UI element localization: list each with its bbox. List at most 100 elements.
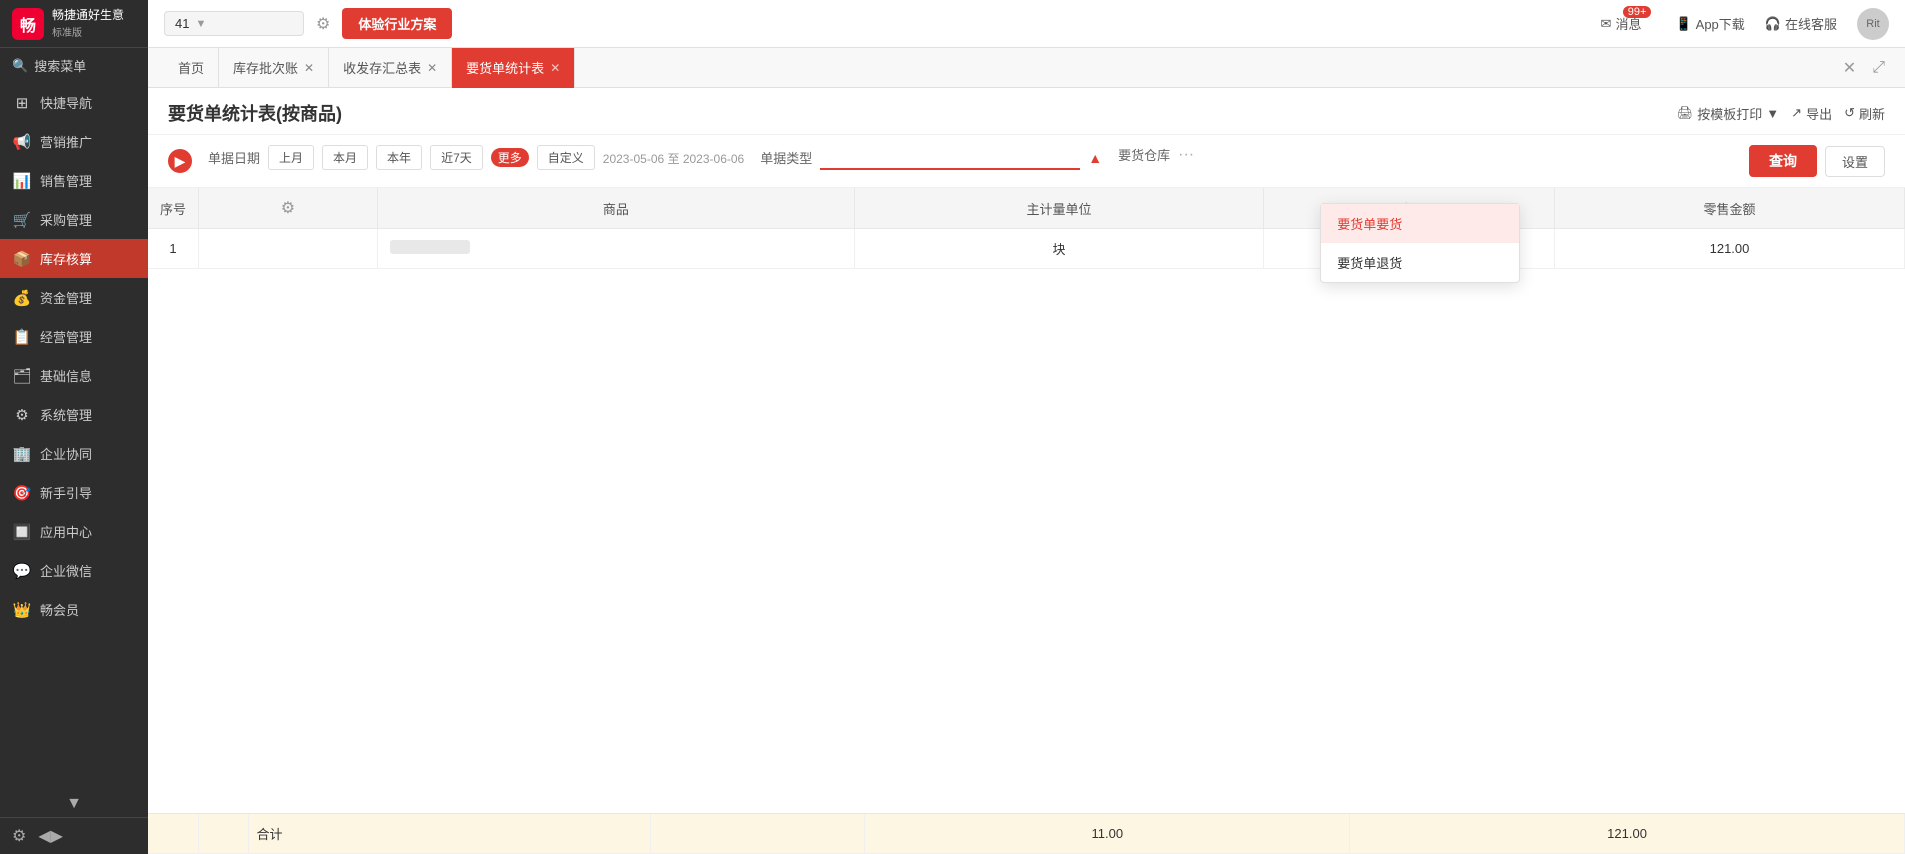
tab-receivable-summary[interactable]: 收发存汇总表 ✕ bbox=[329, 48, 452, 88]
sidebar-item-finance[interactable]: 💰 资金管理 bbox=[0, 278, 148, 317]
page-header: 要货单统计表(按商品) 🖨 按模板打印 ▼ ↗ 导出 ↺ 刷新 bbox=[148, 88, 1905, 135]
sidebar-item-guide[interactable]: 🎯 新手引导 bbox=[0, 473, 148, 512]
query-button[interactable]: 查询 bbox=[1749, 145, 1817, 177]
type-filter-group: 单据类型 ▲ 要货单要货 要货单退货 bbox=[760, 145, 1102, 170]
table-header-row: 序号 ⚙ 商品 主计量单位 主数量 零售金额 bbox=[148, 188, 1905, 229]
nav-icon-guide: 🎯 bbox=[12, 484, 32, 502]
page-content: 要货单统计表(按商品) 🖨 按模板打印 ▼ ↗ 导出 ↺ 刷新 ▶ bbox=[148, 88, 1905, 854]
sidebar-item-enterprise[interactable]: 🏢 企业协同 bbox=[0, 434, 148, 473]
type-filter-input[interactable] bbox=[820, 145, 1080, 170]
nav-icon-quick: ⊞ bbox=[12, 94, 32, 112]
tab-home[interactable]: 首页 bbox=[164, 48, 219, 88]
topbar-right: ✉ 消息 99+ 📱 App下载 🎧 在线客服 Rit bbox=[1601, 8, 1889, 40]
expand-btn[interactable]: ⤢ bbox=[1868, 57, 1889, 79]
refresh-btn[interactable]: ↺ 刷新 bbox=[1844, 104, 1885, 123]
messages-btn[interactable]: ✉ 消息 99+ bbox=[1601, 14, 1642, 33]
logo-icon: 畅 bbox=[12, 8, 44, 40]
dropdown-item-return[interactable]: 要货单退货 bbox=[1321, 243, 1519, 282]
tab-close-requisition-stats[interactable]: ✕ bbox=[550, 61, 560, 75]
col-gear-icon: ⚙ bbox=[281, 200, 295, 217]
phone-icon: 📱 bbox=[1675, 16, 1691, 32]
message-badge: 99+ bbox=[1623, 6, 1652, 18]
topbar-gear-icon[interactable]: ⚙ bbox=[316, 14, 330, 34]
store-selector[interactable]: 41 ▼ bbox=[164, 11, 304, 36]
online-service-btn[interactable]: 🎧 在线客服 bbox=[1765, 14, 1837, 33]
app-download-btn[interactable]: 📱 App下载 bbox=[1675, 14, 1744, 33]
tab-inventory-batch[interactable]: 库存批次账 ✕ bbox=[219, 48, 329, 88]
nav-icon-inventory: 📦 bbox=[12, 250, 32, 268]
print-icon: 🖨 bbox=[1677, 105, 1694, 121]
footer-row: 合计 11.00 121.00 bbox=[148, 814, 1905, 854]
date-custom-btn[interactable]: 自定义 bbox=[537, 145, 595, 170]
type-dropdown: 要货单要货 要货单退货 bbox=[1320, 203, 1520, 283]
sidebar-nav: ⊞ 快捷导航 📢 营销推广 📊 销售管理 🛒 采购管理 📦 库存核算 💰 资金管… bbox=[0, 83, 148, 791]
tab-close-inventory-batch[interactable]: ✕ bbox=[304, 61, 314, 75]
settings-icon[interactable]: ⚙ bbox=[12, 826, 26, 846]
search-icon: 🔍 bbox=[12, 58, 28, 74]
set-button[interactable]: 设置 bbox=[1825, 146, 1885, 177]
date-last-month-btn[interactable]: 上月 bbox=[268, 145, 314, 170]
dropdown-item-order[interactable]: 要货单要货 bbox=[1321, 204, 1519, 243]
export-btn[interactable]: ↗ 导出 bbox=[1791, 104, 1832, 123]
message-icon: ✉ bbox=[1601, 16, 1612, 32]
cell-unit: 块 bbox=[854, 229, 1263, 269]
sidebar-item-operations[interactable]: 📋 经营管理 bbox=[0, 317, 148, 356]
sidebar-item-sales[interactable]: 📊 销售管理 bbox=[0, 161, 148, 200]
footer-empty-1 bbox=[148, 814, 198, 854]
sidebar-item-purchase[interactable]: 🛒 采购管理 bbox=[0, 200, 148, 239]
page-title: 要货单统计表(按商品) bbox=[168, 100, 342, 126]
tab-bar: 首页 库存批次账 ✕ 收发存汇总表 ✕ 要货单统计表 ✕ ✕ ⤢ bbox=[148, 48, 1905, 88]
sidebar-item-app-center[interactable]: 🔲 应用中心 bbox=[0, 512, 148, 551]
search-menu[interactable]: 🔍 搜索菜单 bbox=[0, 48, 148, 83]
user-avatar[interactable]: Rit bbox=[1857, 8, 1889, 40]
nav-icon-finance: 💰 bbox=[12, 289, 32, 307]
sidebar-item-marketing[interactable]: 📢 营销推广 bbox=[0, 122, 148, 161]
nav-icon-marketing: 📢 bbox=[12, 133, 32, 151]
nav-icon-purchase: 🛒 bbox=[12, 211, 32, 229]
date-filter-group: 单据日期 上月 本月 本年 近7天 更多 自定义 2023-05-06 至 20… bbox=[208, 145, 744, 170]
sidebar: 畅 畅捷通好生意 标准版 🔍 搜索菜单 ⊞ 快捷导航 📢 营销推广 📊 销售管理… bbox=[0, 0, 148, 854]
nav-icon-basic-info: 🗂 bbox=[12, 367, 32, 385]
date-this-month-btn[interactable]: 本月 bbox=[322, 145, 368, 170]
col-gear[interactable]: ⚙ bbox=[199, 188, 378, 229]
footer-quantity: 11.00 bbox=[865, 814, 1350, 854]
trial-btn[interactable]: 体验行业方案 bbox=[342, 8, 452, 39]
warehouse-filter-group: 要货仓库 ··· bbox=[1118, 145, 1194, 164]
date-filter-label: 单据日期 bbox=[208, 148, 260, 167]
nav-icon-member: 👑 bbox=[12, 601, 32, 619]
footer-amount: 121.00 bbox=[1350, 814, 1905, 854]
print-template-btn[interactable]: 🖨 按模板打印 ▼ bbox=[1677, 104, 1779, 123]
sidebar-item-basic-info[interactable]: 🗂 基础信息 bbox=[0, 356, 148, 395]
sidebar-item-member[interactable]: 👑 畅会员 bbox=[0, 590, 148, 629]
col-amount: 零售金额 bbox=[1554, 188, 1904, 229]
cell-amount: 121.00 bbox=[1554, 229, 1904, 269]
date-more-badge[interactable]: 更多 bbox=[491, 148, 529, 167]
table-wrap: 序号 ⚙ 商品 主计量单位 主数量 零售金额 1 bbox=[148, 188, 1905, 269]
sidebar-item-inventory[interactable]: 📦 库存核算 bbox=[0, 239, 148, 278]
col-product: 商品 bbox=[377, 188, 854, 229]
filter-expand-btn[interactable]: ▶ bbox=[168, 149, 192, 173]
refresh-icon: ↺ bbox=[1844, 105, 1855, 121]
sidebar-item-weixin[interactable]: 💬 企业微信 bbox=[0, 551, 148, 590]
main-area: 41 ▼ ⚙ 体验行业方案 ✉ 消息 99+ 📱 App下载 🎧 在线客服 Ri… bbox=[148, 0, 1905, 854]
collapse-icon[interactable]: ◀▶ bbox=[38, 826, 63, 846]
nav-icon-enterprise: 🏢 bbox=[12, 445, 32, 463]
sidebar-scroll-down[interactable]: ▼ bbox=[0, 791, 148, 817]
nav-icon-app-center: 🔲 bbox=[12, 523, 32, 541]
date-range-display: 2023-05-06 至 2023-06-06 bbox=[603, 150, 744, 167]
warehouse-filter-label: 要货仓库 bbox=[1118, 145, 1170, 164]
footer-unit-empty bbox=[651, 814, 865, 854]
sidebar-item-quick-nav[interactable]: ⊞ 快捷导航 bbox=[0, 83, 148, 122]
headset-icon: 🎧 bbox=[1765, 16, 1781, 32]
filter-bar: ▶ 单据日期 上月 本月 本年 近7天 更多 自定义 2023-05-06 至 … bbox=[148, 135, 1905, 188]
table-row: 1 块 11.00 121.00 bbox=[148, 229, 1905, 269]
date-last7days-btn[interactable]: 近7天 bbox=[430, 145, 483, 170]
sidebar-item-system[interactable]: ⚙ 系统管理 bbox=[0, 395, 148, 434]
warehouse-filter-dots[interactable]: ··· bbox=[1178, 146, 1194, 164]
tab-close-receivable-summary[interactable]: ✕ bbox=[427, 61, 437, 75]
date-this-year-btn[interactable]: 本年 bbox=[376, 145, 422, 170]
footer-empty-2 bbox=[198, 814, 248, 854]
tab-requisition-stats[interactable]: 要货单统计表 ✕ bbox=[452, 48, 575, 88]
type-filter-caret[interactable]: ▲ bbox=[1088, 150, 1102, 166]
close-all-btn[interactable]: ✕ bbox=[1839, 56, 1860, 80]
